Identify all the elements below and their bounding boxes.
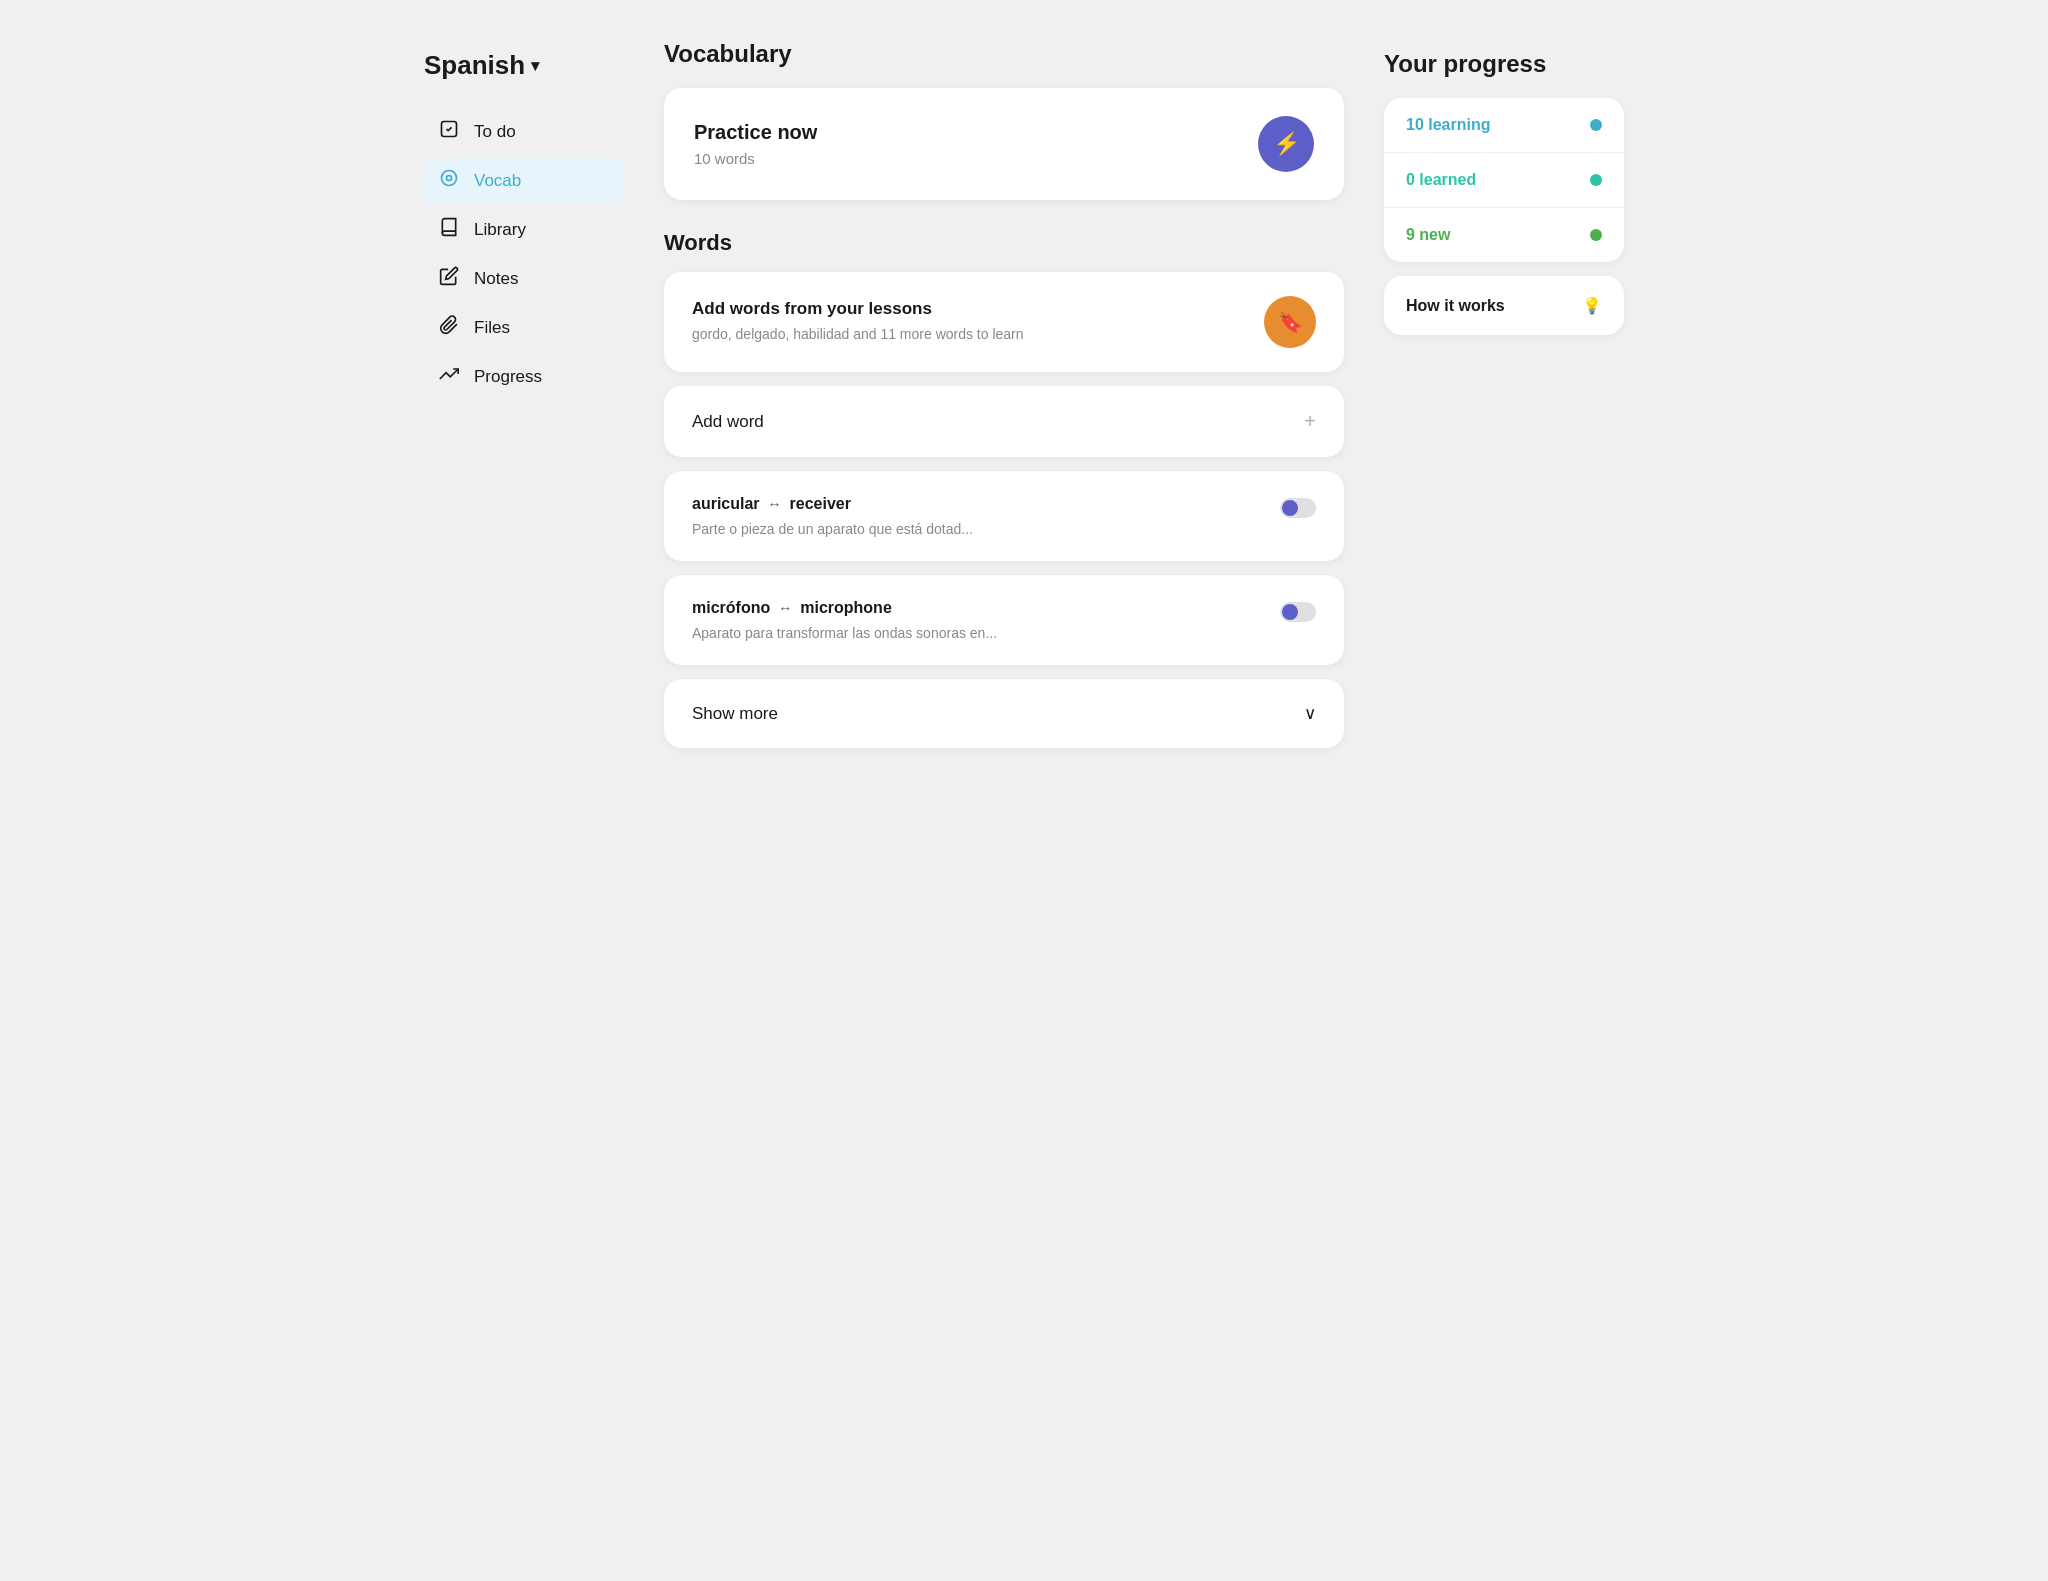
arrows-icon: ↔ [768, 496, 782, 512]
sidebar-item-label: Library [474, 220, 526, 240]
add-words-card[interactable]: Add words from your lessons gordo, delga… [664, 272, 1344, 372]
progress-dot [1590, 174, 1602, 186]
progress-item-label: 10 learning [1406, 116, 1490, 134]
sidebar-item-label: To do [474, 122, 516, 142]
words-section-title: Words [664, 230, 1344, 256]
vocab-word-header: auricular ↔ receiver [692, 495, 1316, 521]
svg-point-1 [442, 171, 457, 186]
todo-icon [438, 119, 460, 144]
sidebar-item-todo[interactable]: To do [424, 109, 624, 154]
add-word-card[interactable]: Add word + [664, 386, 1344, 457]
sidebar-item-progress[interactable]: Progress [424, 354, 624, 399]
how-it-works-label: How it works [1406, 297, 1505, 315]
library-icon [438, 217, 460, 242]
chevron-down-icon: ∨ [1304, 703, 1316, 724]
arrows-icon: ↔ [778, 600, 792, 616]
right-panel: Your progress 10 learning 0 learned 9 ne… [1384, 40, 1624, 1541]
progress-card: 10 learning 0 learned 9 new [1384, 98, 1624, 262]
word-list: auricular ↔ receiver Parte o pieza de un… [664, 471, 1344, 665]
vocab-word-description: Parte o pieza de un aparato que está dot… [692, 521, 1316, 537]
files-icon [438, 315, 460, 340]
lightning-icon: ⚡ [1273, 131, 1300, 157]
vocabulary-title: Vocabulary [664, 40, 1344, 68]
vocab-word-description: Aparato para transformar las ondas sonor… [692, 625, 1316, 641]
sidebar-item-label: Notes [474, 269, 518, 289]
vocab-icon [438, 168, 460, 193]
progress-item-label: 0 learned [1406, 171, 1476, 189]
svg-point-2 [447, 176, 452, 181]
vocab-word-card: micrófono ↔ microphone Aparato para tran… [664, 575, 1344, 665]
add-words-text: Add words from your lessons gordo, delga… [692, 299, 1024, 345]
progress-title: Your progress [1384, 50, 1624, 78]
vocab-word-title: micrófono ↔ microphone [692, 599, 892, 617]
chevron-down-icon: ▾ [531, 56, 539, 75]
add-words-description: gordo, delgado, habilidad and 11 more wo… [692, 325, 1024, 345]
progress-dot [1590, 119, 1602, 131]
add-words-button[interactable]: 🔖 [1264, 296, 1316, 348]
practice-card-subtitle: 10 words [694, 150, 817, 167]
sidebar-item-notes[interactable]: Notes [424, 256, 624, 301]
bookmark-icon: 🔖 [1278, 310, 1303, 334]
show-more-card[interactable]: Show more ∨ [664, 679, 1344, 748]
sidebar-item-label: Vocab [474, 171, 521, 191]
sidebar-item-label: Files [474, 318, 510, 338]
add-word-label: Add word [692, 412, 764, 432]
progress-item: 0 learned [1384, 153, 1624, 208]
practice-card-title: Practice now [694, 121, 817, 144]
plus-icon: + [1304, 410, 1316, 433]
progress-icon [438, 364, 460, 389]
progress-dot [1590, 229, 1602, 241]
sidebar-language-label: Spanish [424, 50, 525, 81]
sidebar-title[interactable]: Spanish ▾ [424, 50, 624, 81]
how-it-works-card[interactable]: How it works 💡 [1384, 276, 1624, 335]
toggle-switch[interactable] [1280, 498, 1316, 518]
main-content: Vocabulary Practice now 10 words ⚡ Words… [664, 40, 1344, 1541]
sidebar-item-vocab[interactable]: Vocab [424, 158, 624, 203]
progress-item: 10 learning [1384, 98, 1624, 153]
sidebar-item-label: Progress [474, 367, 542, 387]
progress-item-label: 9 new [1406, 226, 1450, 244]
vocab-word-header: micrófono ↔ microphone [692, 599, 1316, 625]
add-words-title: Add words from your lessons [692, 299, 1024, 319]
practice-card: Practice now 10 words ⚡ [664, 88, 1344, 200]
toggle-switch[interactable] [1280, 602, 1316, 622]
progress-item: 9 new [1384, 208, 1624, 262]
vocab-word-card: auricular ↔ receiver Parte o pieza de un… [664, 471, 1344, 561]
bulb-icon: 💡 [1582, 296, 1602, 315]
practice-card-text: Practice now 10 words [694, 121, 817, 167]
sidebar-item-library[interactable]: Library [424, 207, 624, 252]
sidebar-nav: To do Vocab Library Notes Files Progress [424, 109, 624, 399]
vocab-word-title: auricular ↔ receiver [692, 495, 851, 513]
notes-icon [438, 266, 460, 291]
show-more-label: Show more [692, 704, 778, 724]
sidebar-item-files[interactable]: Files [424, 305, 624, 350]
sidebar: Spanish ▾ To do Vocab Library Notes File… [424, 40, 624, 1541]
practice-now-button[interactable]: ⚡ [1258, 116, 1314, 172]
